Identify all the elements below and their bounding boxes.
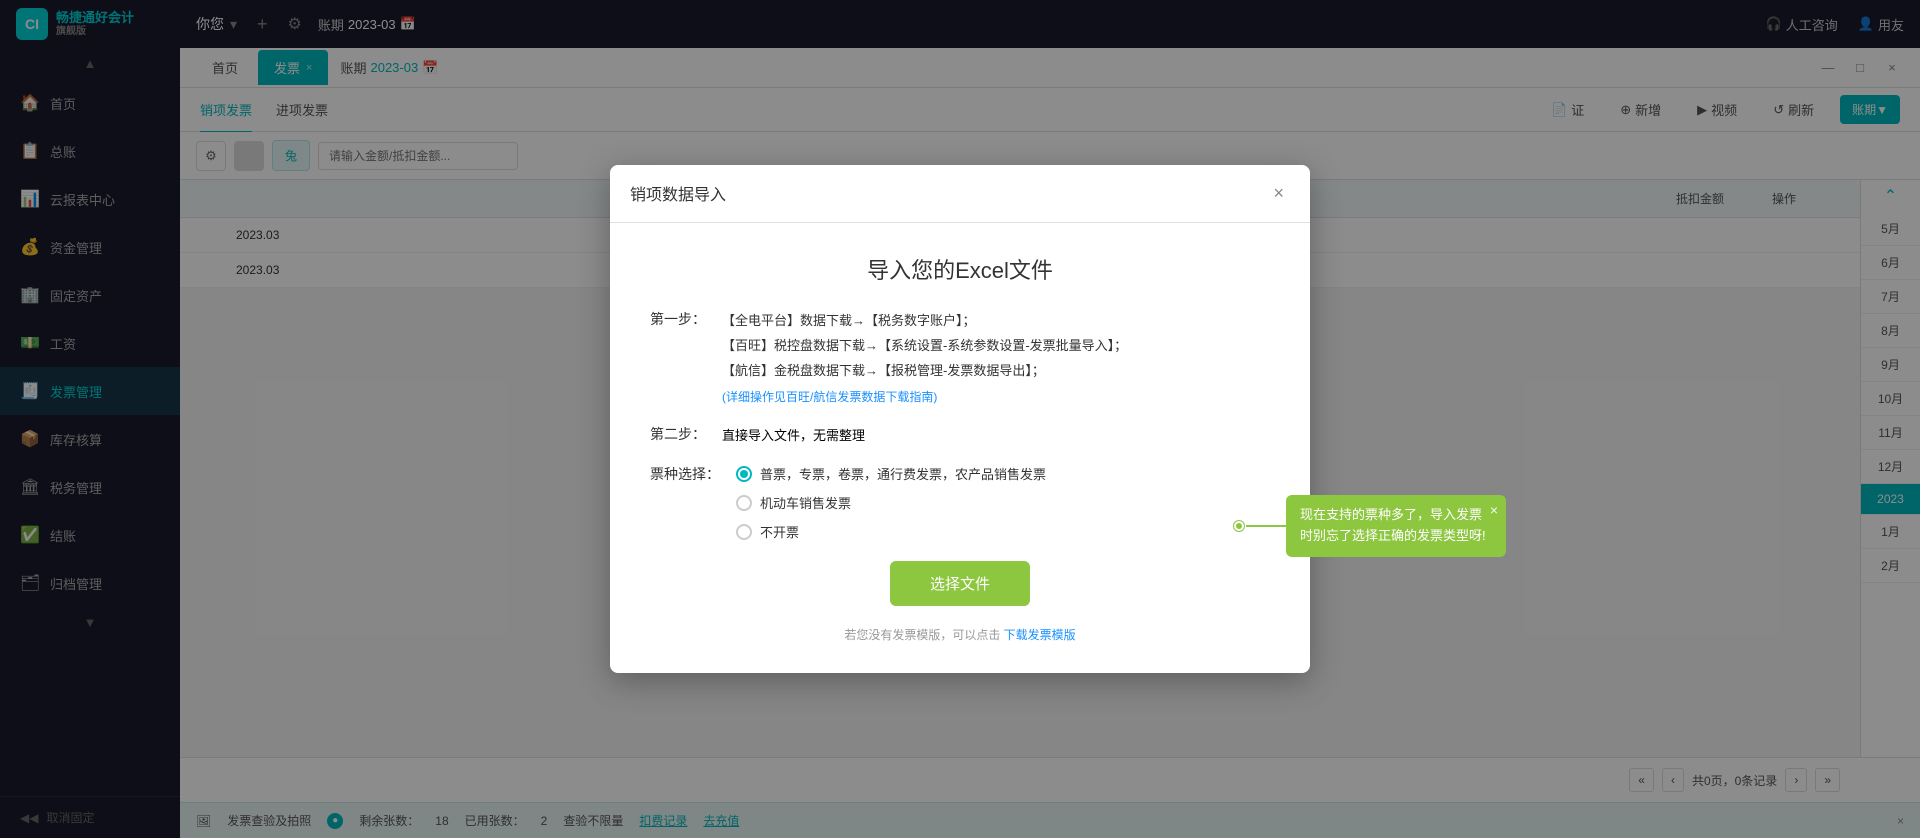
step1-detail-link[interactable]: (详细操作见百旺/航信发票数据下载指南) — [722, 387, 1127, 409]
step1-row: 第一步： 【全电平台】数据下载→【税务数字账户】； 【百旺】税控盘数据下载→【系… — [650, 309, 1270, 409]
radio-option-1[interactable]: 普票，专票，卷票，通行费发票，农产品销售发票 — [736, 464, 1046, 483]
tooltip-line — [1246, 525, 1286, 527]
radio-label-1: 普票，专票，卷票，通行费发票，农产品销售发票 — [760, 464, 1046, 483]
download-template-link[interactable]: 下载发票模版 — [1004, 628, 1076, 642]
tooltip-bubble: × 现在支持的票种多了，导入发票时别忘了选择正确的发票类型呀! — [1286, 495, 1506, 557]
step2-label: 第二步： — [650, 424, 710, 444]
import-modal: 销项数据导入 × 导入您的Excel文件 第一步： 【全电平台】数据下载→【税务… — [610, 165, 1310, 674]
step1-line-2: 【百旺】税控盘数据下载→【系统设置-系统参数设置-发票批量导入】； — [722, 334, 1127, 357]
radio-circle-1 — [736, 466, 752, 482]
step1-content: 【全电平台】数据下载→【税务数字账户】； 【百旺】税控盘数据下载→【系统设置-系… — [722, 309, 1127, 409]
tooltip-dot — [1234, 521, 1244, 531]
ticket-label: 票种选择： — [650, 464, 720, 484]
ticket-select-row: 票种选择： 普票，专票，卷票，通行费发票，农产品销售发票 机动车销售发票 — [650, 464, 1270, 541]
step1-line-1: 【全电平台】数据下载→【税务数字账户】； — [722, 309, 1127, 332]
modal-excel-title: 导入您的Excel文件 — [650, 253, 1270, 285]
step2-content: 直接导入文件，无需整理 — [722, 425, 865, 444]
modal-footer: 若您没有发票模版，可以点击 下载发票模版 — [650, 626, 1270, 643]
modal-title: 销项数据导入 — [630, 181, 726, 205]
modal-close-button[interactable]: × — [1267, 181, 1290, 206]
tooltip-close-icon[interactable]: × — [1490, 499, 1498, 521]
radio-circle-3 — [736, 524, 752, 540]
modal-header: 销项数据导入 × — [610, 165, 1310, 223]
radio-option-3[interactable]: 不开票 — [736, 522, 1046, 541]
step2-row: 第二步： 直接导入文件，无需整理 — [650, 424, 1270, 444]
select-file-button[interactable]: 选择文件 — [890, 561, 1030, 606]
radio-option-2[interactable]: 机动车销售发票 × 现在支持的票种多了，导入发票时别忘了选择正确的发票类型呀! — [736, 493, 1046, 512]
modal-overlay: 销项数据导入 × 导入您的Excel文件 第一步： 【全电平台】数据下载→【税务… — [0, 0, 1920, 838]
radio-group: 普票，专票，卷票，通行费发票，农产品销售发票 机动车销售发票 × 现在支持的票种… — [736, 464, 1046, 541]
modal-footer-text: 若您没有发票模版，可以点击 — [844, 628, 1000, 642]
radio-label-3: 不开票 — [760, 522, 799, 541]
tooltip-text: 现在支持的票种多了，导入发票时别忘了选择正确的发票类型呀! — [1300, 507, 1486, 543]
modal-body: 导入您的Excel文件 第一步： 【全电平台】数据下载→【税务数字账户】； 【百… — [610, 223, 1310, 674]
radio-circle-2 — [736, 495, 752, 511]
step1-label: 第一步： — [650, 309, 710, 329]
tooltip-container: × 现在支持的票种多了，导入发票时别忘了选择正确的发票类型呀! — [1234, 495, 1506, 557]
step1-line-3: 【航信】金税盘数据下载→【报税管理-发票数据导出】； — [722, 359, 1127, 382]
radio-label-2: 机动车销售发票 — [760, 493, 851, 512]
